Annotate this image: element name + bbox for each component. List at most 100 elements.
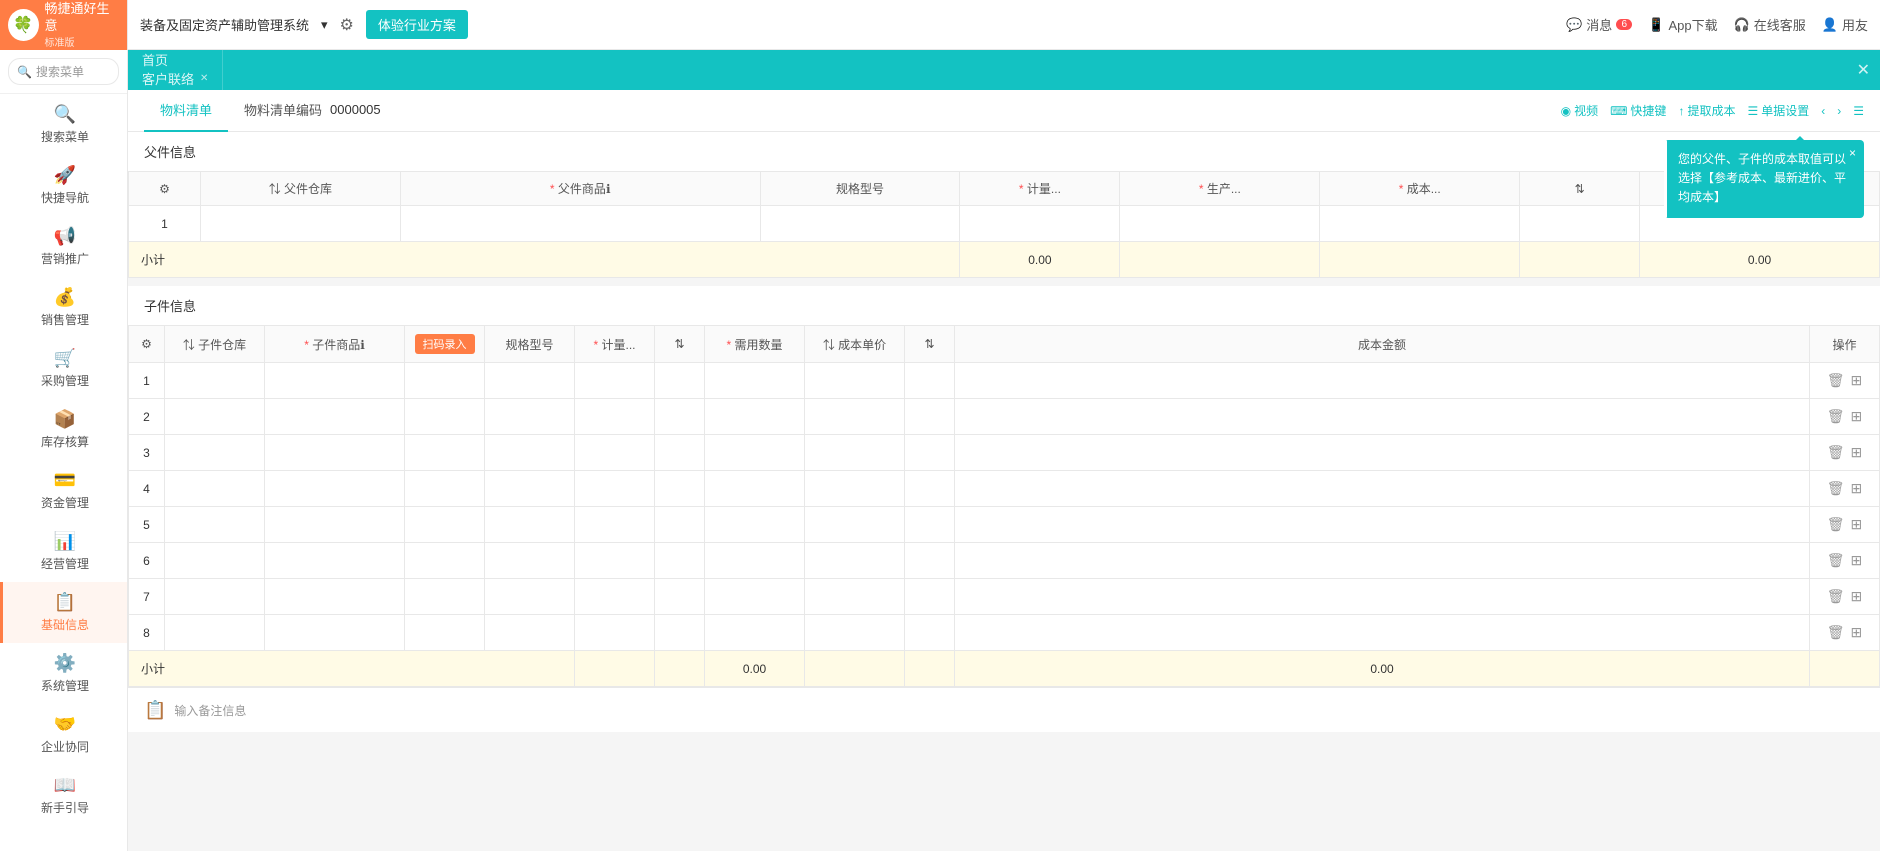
child-row-6-needed[interactable] — [705, 543, 805, 579]
parent-row-1-spec[interactable] — [760, 206, 960, 242]
child-row-8-unit[interactable] — [575, 615, 655, 651]
nav-prev-btn[interactable]: ‹ — [1821, 104, 1825, 118]
child-row-7-cost-price[interactable] — [805, 579, 905, 615]
child-row-4-copy-btn[interactable]: ⊞ — [1851, 480, 1863, 497]
settings-gear-icon[interactable]: ⚙ — [340, 15, 354, 35]
view-mode-btn[interactable]: ☰ — [1853, 104, 1864, 118]
child-row-8-cost-price[interactable] — [805, 615, 905, 651]
nav-next-btn[interactable]: › — [1837, 104, 1841, 118]
child-row-7-product[interactable] — [265, 579, 405, 615]
child-row-6-product[interactable] — [265, 543, 405, 579]
child-row-2-needed[interactable] — [705, 399, 805, 435]
child-row-2-copy-btn[interactable]: ⊞ — [1851, 408, 1863, 425]
sidebar-item-quick-nav[interactable]: 🚀快捷导航 — [0, 155, 127, 216]
scan-input-btn[interactable]: 扫码录入 — [415, 334, 475, 354]
message-btn[interactable]: 💬 消息 6 — [1566, 15, 1632, 34]
child-row-2-delete-btn[interactable]: 🗑 — [1827, 408, 1845, 425]
child-row-2-product[interactable] — [265, 399, 405, 435]
sidebar-item-guide[interactable]: 📖新手引导 — [0, 765, 127, 826]
tab-home[interactable]: 首页 — [128, 50, 223, 69]
child-col-gear[interactable]: ⚙ — [129, 326, 165, 363]
child-row-1-unit[interactable] — [575, 363, 655, 399]
sidebar-item-system[interactable]: ⚙️系统管理 — [0, 643, 127, 704]
user-profile-btn[interactable]: 👤 用友 — [1822, 15, 1868, 34]
sidebar-item-enterprise[interactable]: 🤝企业协同 — [0, 704, 127, 765]
sidebar-item-marketing[interactable]: 📢营销推广 — [0, 216, 127, 277]
child-row-1-cost-price[interactable] — [805, 363, 905, 399]
parent-row-1-product[interactable] — [400, 206, 760, 242]
child-row-5-needed[interactable] — [705, 507, 805, 543]
child-row-3-warehouse[interactable] — [165, 435, 265, 471]
child-row-3-copy-btn[interactable]: ⊞ — [1851, 444, 1863, 461]
child-row-4-delete-btn[interactable]: 🗑 — [1827, 480, 1845, 497]
child-row-7-warehouse[interactable] — [165, 579, 265, 615]
child-row-5-product[interactable] — [265, 507, 405, 543]
child-row-1-copy-btn[interactable]: ⊞ — [1851, 372, 1863, 389]
single-setup-action[interactable]: ☰ 单据设置 — [1747, 102, 1809, 119]
child-row-6-unit[interactable] — [575, 543, 655, 579]
child-row-6-copy-btn[interactable]: ⊞ — [1851, 552, 1863, 569]
child-row-3-product[interactable] — [265, 435, 405, 471]
view-action[interactable]: ◉ 视频 — [1561, 102, 1599, 119]
child-row-5-cost-price[interactable] — [805, 507, 905, 543]
child-row-1-needed[interactable] — [705, 363, 805, 399]
child-row-4-cost-price[interactable] — [805, 471, 905, 507]
extract-cost-action[interactable]: ↑ 提取成本 — [1678, 102, 1735, 119]
child-row-4-warehouse[interactable] — [165, 471, 265, 507]
child-row-4-spec[interactable] — [485, 471, 575, 507]
sidebar-item-sales[interactable]: 💰销售管理 — [0, 277, 127, 338]
search-menu-button[interactable]: 🔍 搜索菜单 — [8, 58, 119, 85]
child-row-6-cost-price[interactable] — [805, 543, 905, 579]
sidebar-item-finance[interactable]: 💳资金管理 — [0, 460, 127, 521]
child-row-7-spec[interactable] — [485, 579, 575, 615]
child-row-1-warehouse[interactable] — [165, 363, 265, 399]
child-row-4-product[interactable] — [265, 471, 405, 507]
tab-bom-list[interactable]: 物料清单 — [144, 90, 228, 132]
child-row-7-needed[interactable] — [705, 579, 805, 615]
child-row-4-needed[interactable] — [705, 471, 805, 507]
child-row-5-copy-btn[interactable]: ⊞ — [1851, 516, 1863, 533]
sidebar-item-operations[interactable]: 📊经营管理 — [0, 521, 127, 582]
child-row-6-spec[interactable] — [485, 543, 575, 579]
child-row-1-product[interactable] — [265, 363, 405, 399]
child-row-2-spec[interactable] — [485, 399, 575, 435]
sidebar-item-basic-info[interactable]: 📋基础信息 — [0, 582, 127, 643]
system-title-dropdown[interactable]: ▾ — [321, 17, 328, 33]
child-row-8-copy-btn[interactable]: ⊞ — [1851, 624, 1863, 641]
child-row-7-copy-btn[interactable]: ⊞ — [1851, 588, 1863, 605]
child-row-8-delete-btn[interactable]: 🗑 — [1827, 624, 1845, 641]
child-row-2-unit[interactable] — [575, 399, 655, 435]
sidebar-item-search[interactable]: 🔍搜索菜单 — [0, 94, 127, 155]
child-row-3-unit[interactable] — [575, 435, 655, 471]
child-row-1-delete-btn[interactable]: 🗑 — [1827, 372, 1845, 389]
tab-customer[interactable]: 客户联络✕ — [128, 69, 223, 88]
sidebar-item-inventory[interactable]: 📦库存核算 — [0, 399, 127, 460]
child-row-8-product[interactable] — [265, 615, 405, 651]
child-row-3-delete-btn[interactable]: 🗑 — [1827, 444, 1845, 461]
parent-row-1-cost[interactable] — [1320, 206, 1520, 242]
child-row-3-cost-price[interactable] — [805, 435, 905, 471]
child-row-3-spec[interactable] — [485, 435, 575, 471]
child-row-6-delete-btn[interactable]: 🗑 — [1827, 552, 1845, 569]
parent-col-gear[interactable]: ⚙ — [129, 172, 201, 206]
parent-row-1-warehouse[interactable] — [200, 206, 400, 242]
parent-row-1-production[interactable] — [1120, 206, 1320, 242]
child-row-4-unit[interactable] — [575, 471, 655, 507]
tab-bom-code[interactable]: 物料清单编码 0000005 — [228, 90, 397, 132]
child-row-3-needed[interactable] — [705, 435, 805, 471]
child-row-1-spec[interactable] — [485, 363, 575, 399]
parent-row-1-unit[interactable] — [960, 206, 1120, 242]
tab-customer-close[interactable]: ✕ — [200, 73, 208, 84]
child-row-6-warehouse[interactable] — [165, 543, 265, 579]
child-row-5-unit[interactable] — [575, 507, 655, 543]
child-row-2-cost-price[interactable] — [805, 399, 905, 435]
child-row-5-warehouse[interactable] — [165, 507, 265, 543]
child-row-7-unit[interactable] — [575, 579, 655, 615]
app-download-btn[interactable]: 📱 App下载 — [1648, 15, 1717, 34]
child-row-5-spec[interactable] — [485, 507, 575, 543]
trial-button[interactable]: 体验行业方案 — [366, 10, 468, 39]
child-row-2-warehouse[interactable] — [165, 399, 265, 435]
child-row-8-warehouse[interactable] — [165, 615, 265, 651]
child-row-5-delete-btn[interactable]: 🗑 — [1827, 516, 1845, 533]
online-service-btn[interactable]: 🎧 在线客服 — [1734, 15, 1806, 34]
